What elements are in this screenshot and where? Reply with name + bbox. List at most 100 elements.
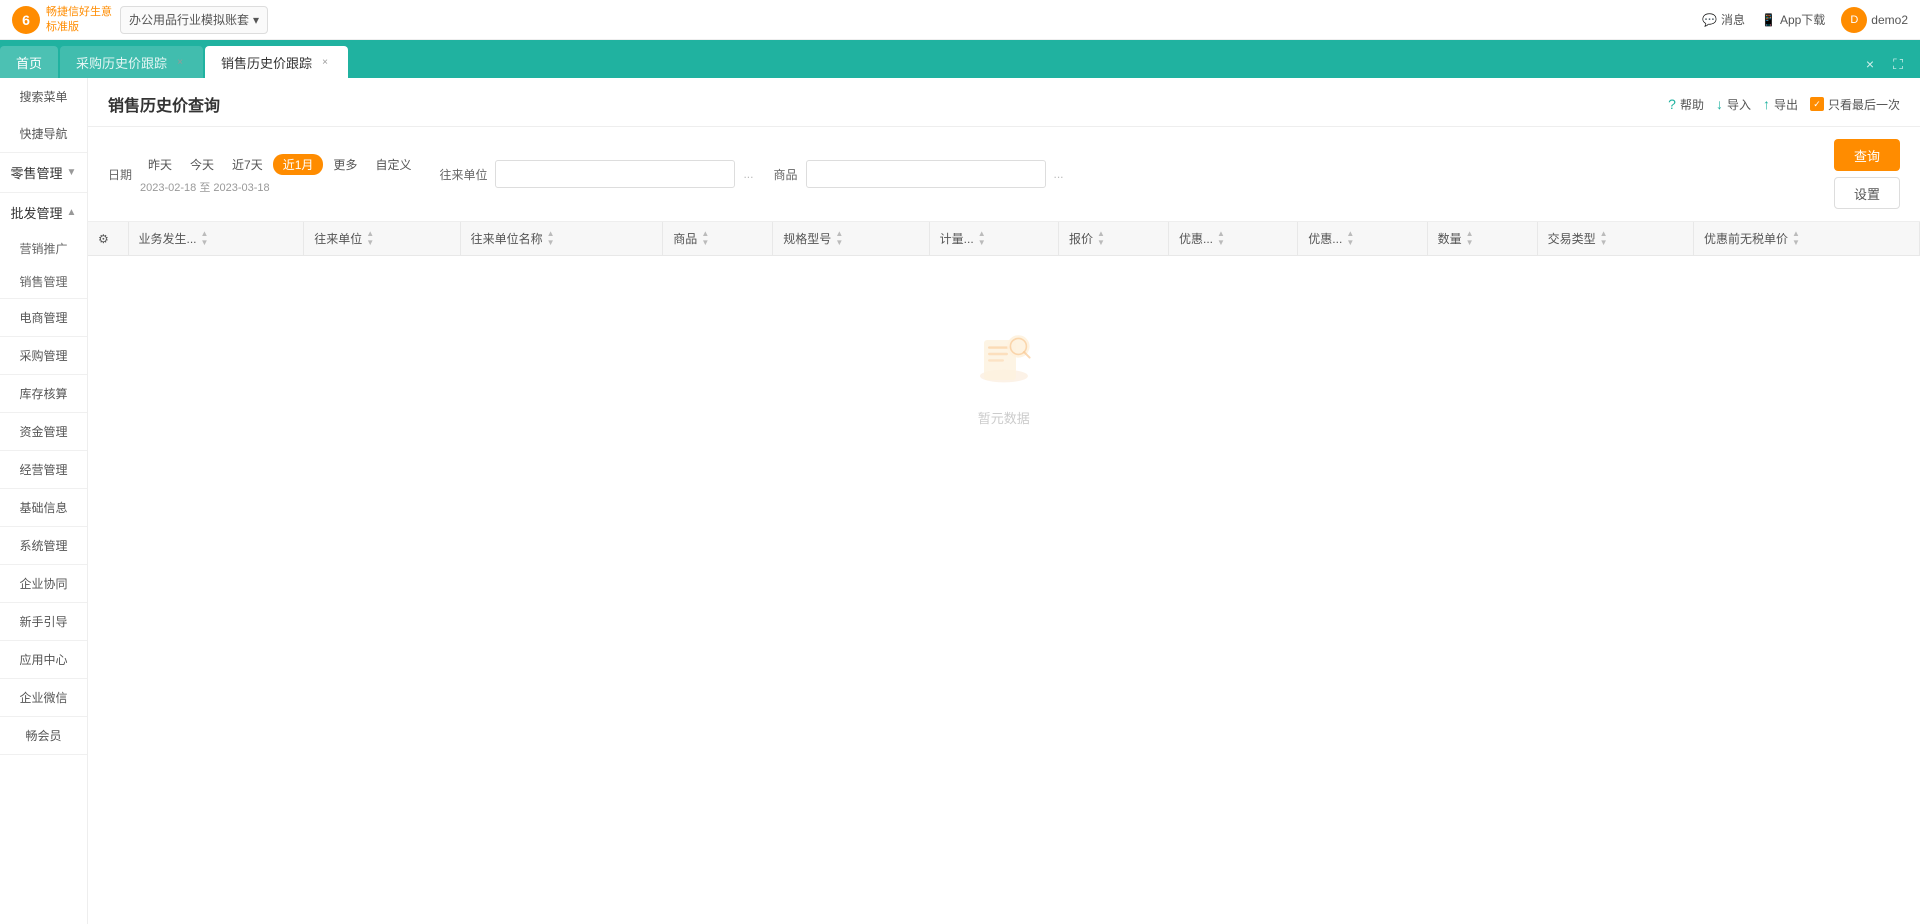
- tab-bar-right: × ⛶: [1860, 54, 1920, 78]
- sidebar-item-enterprise-agreement[interactable]: 企业协同: [0, 565, 87, 602]
- date-btn-1month[interactable]: 近1月: [273, 154, 324, 175]
- sort-partner-code[interactable]: ▲ ▼: [366, 230, 374, 247]
- sidebar-item-sales-mgmt[interactable]: 销售管理: [0, 265, 87, 298]
- page-header: 销售历史价查询 ? 帮助 ↓ 导入 ↑ 导出: [88, 78, 1920, 127]
- sidebar-section-enterprise-wechat: 企业微信: [0, 679, 87, 717]
- date-btn-today[interactable]: 今天: [182, 154, 222, 175]
- date-range-text: 2023-02-18 至 2023-03-18: [140, 179, 419, 195]
- tab-purchase-history-close[interactable]: ×: [173, 55, 187, 69]
- sidebar-item-member[interactable]: 畅会员: [0, 717, 87, 754]
- page-actions: ? 帮助 ↓ 导入 ↑ 导出 只看最后一次: [1668, 96, 1900, 113]
- sort-discount2[interactable]: ▲ ▼: [1346, 230, 1354, 247]
- export-icon: ↑: [1763, 96, 1770, 112]
- logo-area: 6 畅捷信好生意 标准版: [12, 5, 112, 34]
- sort-down-icon: ▼: [978, 239, 986, 247]
- sidebar-item-search-menu[interactable]: 搜索菜单: [0, 78, 87, 115]
- workspace-selector[interactable]: 办公用品行业模拟账套 ▾: [120, 6, 268, 34]
- tab-sales-history-close[interactable]: ×: [318, 55, 332, 69]
- sort-discount1[interactable]: ▲ ▼: [1217, 230, 1225, 247]
- page-title-row: 销售历史价查询 ? 帮助 ↓ 导入 ↑ 导出: [108, 92, 1900, 116]
- sidebar-item-basic-info[interactable]: 基础信息: [0, 489, 87, 526]
- partner-input[interactable]: [495, 160, 735, 188]
- sidebar-section-finance: 资金管理: [0, 413, 87, 451]
- sort-down-icon: ▼: [201, 239, 209, 247]
- sort-up-icon: ▲: [201, 230, 209, 238]
- date-filter-group: 日期 昨天 今天 近7天 近1月 更多 自定义 2023-02-18 至 202…: [108, 154, 419, 195]
- export-button[interactable]: ↑ 导出: [1763, 96, 1798, 113]
- sort-down-icon: ▼: [1097, 239, 1105, 247]
- sidebar-item-enterprise-wechat[interactable]: 企业微信: [0, 679, 87, 716]
- sort-up-icon: ▲: [366, 230, 374, 238]
- sidebar-section-basic-info: 基础信息: [0, 489, 87, 527]
- sort-up-icon: ▲: [1466, 230, 1474, 238]
- date-btn-7days[interactable]: 近7天: [224, 154, 271, 175]
- sidebar-item-ecommerce[interactable]: 电商管理: [0, 299, 87, 336]
- settings-icon[interactable]: ⚙: [98, 232, 109, 246]
- date-btn-custom[interactable]: 自定义: [367, 154, 419, 175]
- sidebar-item-purchase[interactable]: 采购管理: [0, 337, 87, 374]
- sort-trade-type[interactable]: ▲ ▼: [1600, 230, 1608, 247]
- logo-text: 畅捷信好生意 标准版: [46, 5, 112, 34]
- table-container: ⚙ 业务发生... ▲ ▼: [88, 222, 1920, 924]
- sort-unit[interactable]: ▲ ▼: [978, 230, 986, 247]
- sort-quantity[interactable]: ▲ ▼: [1466, 230, 1474, 247]
- col-partner-name: 往来单位名称 ▲ ▼: [460, 222, 663, 256]
- sort-product[interactable]: ▲ ▼: [701, 230, 709, 247]
- maximize-window-button[interactable]: ⛶: [1888, 54, 1908, 74]
- partner-label: 往来单位: [439, 166, 487, 183]
- sort-up-icon: ▲: [978, 230, 986, 238]
- sort-biz-date[interactable]: ▲ ▼: [201, 230, 209, 247]
- sidebar-item-inventory[interactable]: 库存核算: [0, 375, 87, 412]
- sidebar-section-newcomer: 新手引导: [0, 603, 87, 641]
- sidebar-item-quick-nav[interactable]: 快捷导航: [0, 115, 87, 152]
- sidebar-item-finance[interactable]: 资金管理: [0, 413, 87, 450]
- date-btn-more[interactable]: 更多: [325, 154, 365, 175]
- col-quote-price: 报价 ▲ ▼: [1058, 222, 1168, 256]
- sort-up-icon: ▲: [1792, 230, 1800, 238]
- tab-sales-history[interactable]: 销售历史价跟踪 ×: [205, 46, 348, 78]
- date-label: 日期: [108, 166, 132, 183]
- sort-partner-name[interactable]: ▲ ▼: [547, 230, 555, 247]
- sidebar-item-system[interactable]: 系统管理: [0, 527, 87, 564]
- col-unit: 计量... ▲ ▼: [929, 222, 1058, 256]
- sidebar-item-newcomer[interactable]: 新手引导: [0, 603, 87, 640]
- sidebar-item-wholesale-mgmt[interactable]: 批发管理 ▲: [0, 193, 87, 232]
- settings-button[interactable]: 设置: [1834, 177, 1900, 209]
- col-settings: ⚙: [88, 222, 128, 256]
- user-action[interactable]: D demo2: [1841, 7, 1908, 33]
- query-button[interactable]: 查询: [1834, 139, 1900, 171]
- help-button[interactable]: ? 帮助: [1668, 96, 1704, 113]
- partner-filter-group: 往来单位 ...: [439, 160, 753, 188]
- logo-icon: 6: [12, 6, 40, 34]
- import-button[interactable]: ↓ 导入: [1716, 96, 1751, 113]
- sort-down-icon: ▼: [1466, 239, 1474, 247]
- message-action[interactable]: 💬 消息: [1702, 11, 1745, 28]
- sort-spec[interactable]: ▲ ▼: [835, 230, 843, 247]
- app-download-action[interactable]: 📱 App下载: [1761, 11, 1825, 28]
- sidebar-item-operations[interactable]: 经营管理: [0, 451, 87, 488]
- sort-down-icon: ▼: [1346, 239, 1354, 247]
- filter-area: 日期 昨天 今天 近7天 近1月 更多 自定义 2023-02-18 至 202…: [88, 127, 1920, 222]
- tab-bar: 首页 采购历史价跟踪 × 销售历史价跟踪 × × ⛶: [0, 40, 1920, 78]
- date-btn-yesterday[interactable]: 昨天: [140, 154, 180, 175]
- sidebar-section-inventory: 库存核算: [0, 375, 87, 413]
- col-partner-code: 往来单位 ▲ ▼: [304, 222, 460, 256]
- sidebar-item-marketing[interactable]: 营销推广: [0, 232, 87, 265]
- tab-home[interactable]: 首页: [0, 46, 58, 78]
- tab-purchase-history[interactable]: 采购历史价跟踪 ×: [60, 46, 203, 78]
- col-discount1: 优惠... ▲ ▼: [1168, 222, 1297, 256]
- date-buttons: 昨天 今天 近7天 近1月 更多 自定义: [140, 154, 419, 175]
- app-icon: 📱: [1761, 13, 1776, 27]
- only-last-checkbox[interactable]: 只看最后一次: [1810, 96, 1900, 113]
- sidebar-section-purchase: 采购管理: [0, 337, 87, 375]
- sort-quote-price[interactable]: ▲ ▼: [1097, 230, 1105, 247]
- sidebar-item-retail-mgmt[interactable]: 零售管理 ▼: [0, 153, 87, 192]
- product-label: 商品: [773, 166, 797, 183]
- table-header-row: ⚙ 业务发生... ▲ ▼: [88, 222, 1920, 256]
- sort-up-icon: ▲: [701, 230, 709, 238]
- product-input[interactable]: [806, 160, 1046, 188]
- sidebar-section-top: 搜索菜单 快捷导航: [0, 78, 87, 153]
- sort-pre-discount-price[interactable]: ▲ ▼: [1792, 230, 1800, 247]
- sidebar-item-app-center[interactable]: 应用中心: [0, 641, 87, 678]
- close-window-button[interactable]: ×: [1860, 54, 1880, 74]
